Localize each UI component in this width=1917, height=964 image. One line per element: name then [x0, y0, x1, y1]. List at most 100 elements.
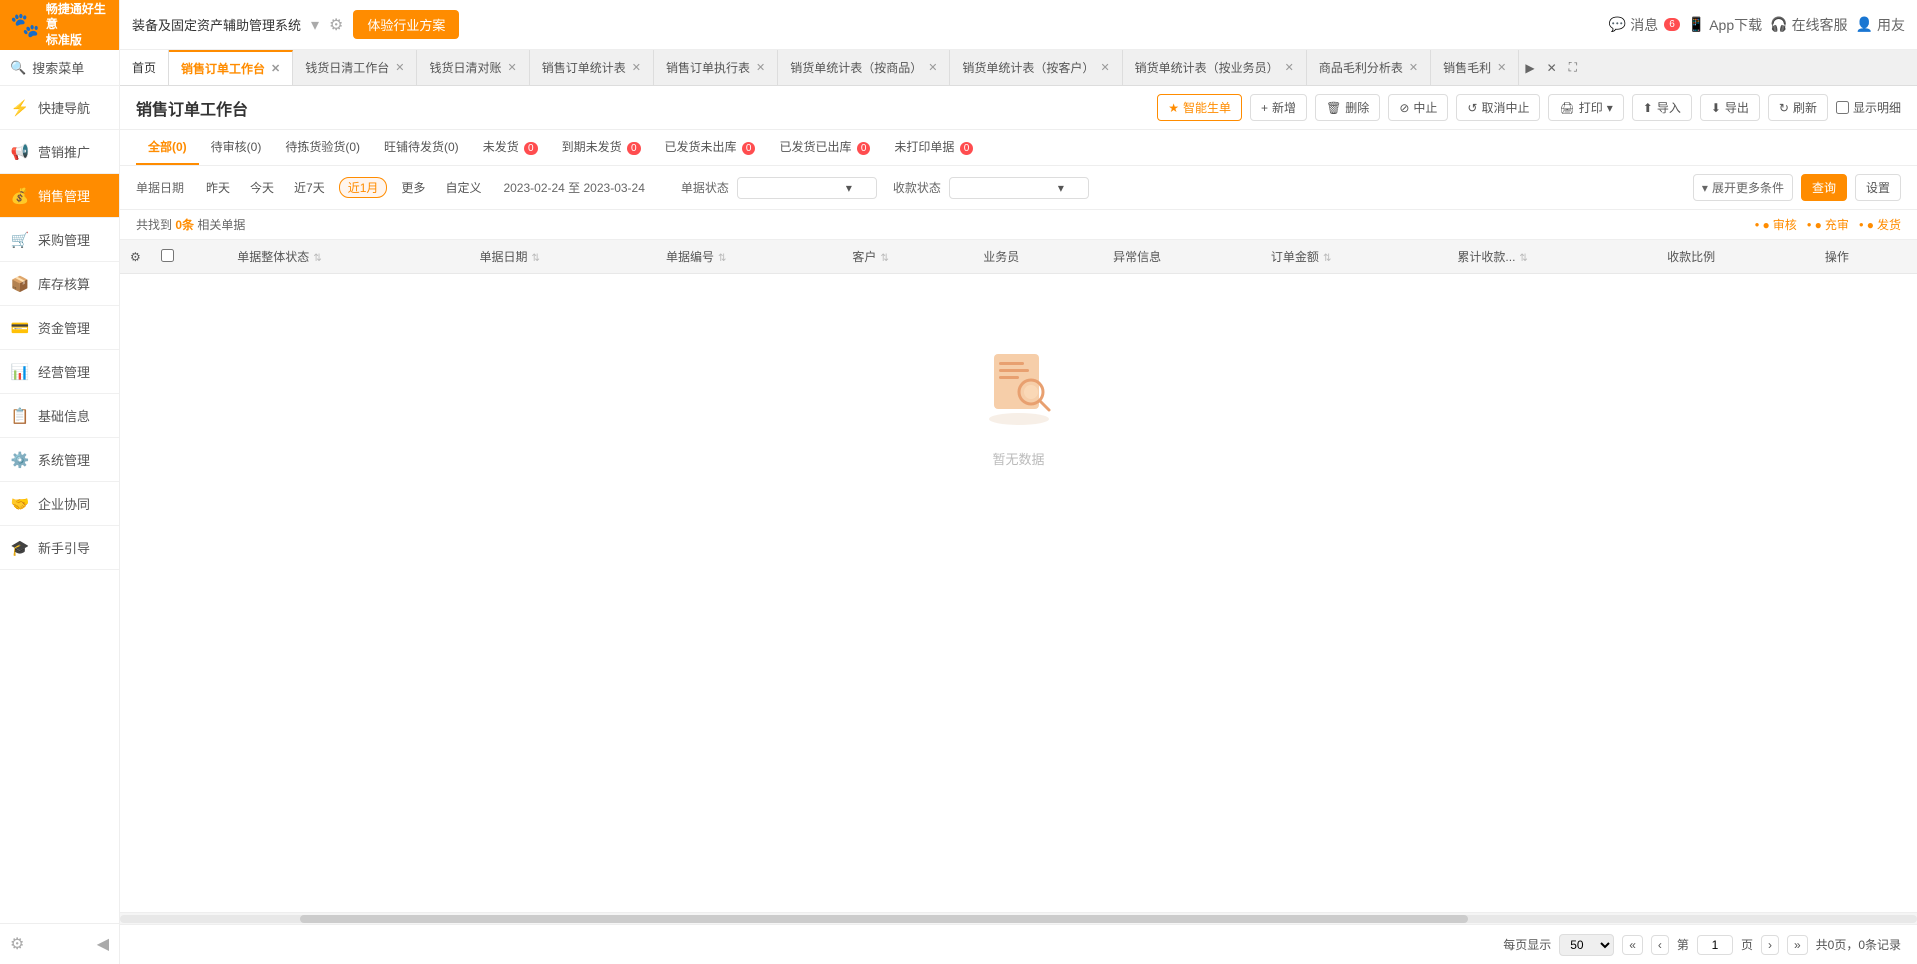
tab-sales-summary-product-close[interactable]: ✕	[928, 61, 937, 74]
page-input[interactable]	[1697, 935, 1733, 955]
th-customer[interactable]: 客户⇅	[842, 240, 973, 274]
th-exception-label: 异常信息	[1113, 250, 1161, 264]
tab-sales-exec-close[interactable]: ✕	[756, 61, 765, 74]
tab-sales-profit-close[interactable]: ✕	[1497, 61, 1506, 74]
tab-sales-summary-staff[interactable]: 销货单统计表（按业务员） ✕	[1123, 50, 1307, 86]
add-btn[interactable]: + 新增	[1250, 94, 1307, 121]
enterprise-icon: 🤝	[10, 495, 30, 513]
sub-tab-wangpu[interactable]: 旺铺待发货(0)	[372, 130, 471, 165]
sidebar-item-quick-nav[interactable]: ⚡ 快捷导航	[0, 86, 119, 130]
tab-more-btn[interactable]: ▶	[1519, 50, 1540, 86]
topbar-dropdown-icon[interactable]: ▾	[311, 15, 319, 35]
select-all-checkbox[interactable]	[161, 249, 174, 262]
sub-tab-shipped-not-warehoused[interactable]: 已发货未出库 0	[653, 130, 768, 165]
status-select-box[interactable]: ▾	[737, 177, 877, 199]
delete-btn[interactable]: 🗑 删除	[1315, 94, 1380, 121]
tab-sales-summary-customer-close[interactable]: ✕	[1100, 61, 1109, 74]
filter-settings-btn[interactable]: 设置	[1855, 174, 1901, 201]
smart-generate-btn[interactable]: ★ 智能生单	[1157, 94, 1242, 121]
th-date[interactable]: 单据日期⇅	[469, 240, 655, 274]
overdue-ship-badge: 0	[627, 142, 641, 155]
sub-tab-not-printed[interactable]: 未打印单据 0	[882, 130, 985, 165]
sidebar-item-inventory[interactable]: 📦 库存核算	[0, 262, 119, 306]
per-page-select[interactable]: 50 10 20 100	[1559, 934, 1614, 956]
sidebar-item-finance[interactable]: 💳 资金管理	[0, 306, 119, 350]
topbar-settings-icon[interactable]: ⚙	[329, 15, 343, 35]
tab-sales-exec[interactable]: 销售订单执行表 ✕	[654, 50, 778, 86]
solution-btn[interactable]: 体验行业方案	[353, 10, 459, 39]
tab-cash-daily[interactable]: 钱货日清工作台 ✕	[293, 50, 417, 86]
filter-yesterday[interactable]: 昨天	[200, 177, 236, 198]
print-btn[interactable]: 🖨 打印 ▾	[1548, 94, 1623, 121]
sidebar-item-marketing[interactable]: 📢 营销推广	[0, 130, 119, 174]
tab-sales-workbench-close[interactable]: ✕	[271, 62, 280, 75]
last-page-btn[interactable]: »	[1787, 935, 1808, 955]
sub-tab-shipped-warehoused[interactable]: 已发货已出库 0	[767, 130, 882, 165]
message-btn[interactable]: 💬 消息 6	[1609, 15, 1680, 35]
online-service-btn[interactable]: 🎧 在线客服	[1770, 15, 1847, 35]
tab-sales-stats-close[interactable]: ✕	[632, 61, 641, 74]
th-number[interactable]: 单据编号⇅	[656, 240, 842, 274]
tab-close-all-btn[interactable]: ✕	[1541, 50, 1563, 86]
first-page-btn[interactable]: «	[1622, 935, 1643, 955]
filter-today[interactable]: 今天	[244, 177, 280, 198]
sidebar-item-purchase[interactable]: 🛒 采购管理	[0, 218, 119, 262]
query-btn[interactable]: 查询	[1801, 174, 1847, 201]
tab-cash-reconcile-close[interactable]: ✕	[508, 61, 517, 74]
sidebar-search[interactable]: 🔍 搜索菜单	[0, 50, 119, 86]
revoke-action-btn[interactable]: ● 充审	[1807, 216, 1849, 233]
sidebar-item-basic-info[interactable]: 📋 基础信息	[0, 394, 119, 438]
tab-sales-summary-product[interactable]: 销货单统计表（按商品） ✕	[778, 50, 950, 86]
horizontal-scrollbar[interactable]	[120, 912, 1917, 924]
tab-cash-reconcile[interactable]: 钱货日清对账 ✕	[417, 50, 529, 86]
tab-sales-workbench[interactable]: 销售订单工作台 ✕	[169, 50, 293, 86]
sidebar-item-sales[interactable]: 💰 销售管理	[0, 174, 119, 218]
next-page-btn[interactable]: ›	[1761, 935, 1779, 955]
filter-more[interactable]: 更多	[395, 177, 431, 198]
collapse-icon[interactable]: ◀	[97, 934, 109, 954]
import-btn[interactable]: ⬆ 导入	[1632, 94, 1692, 121]
refresh-btn[interactable]: ↻ 刷新	[1768, 94, 1828, 121]
th-checkbox[interactable]	[151, 240, 228, 274]
show-detail-checkbox[interactable]: 显示明细	[1836, 99, 1901, 116]
prev-page-btn[interactable]: ‹	[1651, 935, 1669, 955]
sub-tab-all[interactable]: 全部(0)	[136, 130, 199, 165]
th-settings[interactable]: ⚙	[120, 240, 151, 274]
tab-cash-daily-close[interactable]: ✕	[395, 61, 404, 74]
payment-select-box[interactable]: ▾	[949, 177, 1089, 199]
ship-action-btn[interactable]: ● 发货	[1859, 216, 1901, 233]
settings-bottom-icon[interactable]: ⚙	[10, 934, 24, 954]
sub-tab-pending-inspect[interactable]: 待拣货验货(0)	[273, 130, 372, 165]
th-amount[interactable]: 订单金额⇅	[1261, 240, 1447, 274]
tab-fullscreen-btn[interactable]: ⛶	[1563, 50, 1583, 86]
sub-tab-overdue-ship[interactable]: 到期未发货 0	[550, 130, 653, 165]
user-btn[interactable]: 👤 用友	[1856, 15, 1905, 35]
filter-custom[interactable]: 自定义	[439, 177, 487, 198]
th-status[interactable]: 单据整体状态⇅	[227, 240, 469, 274]
sidebar-item-operations[interactable]: 📊 经营管理	[0, 350, 119, 394]
sidebar-item-enterprise[interactable]: 🤝 企业协同	[0, 482, 119, 526]
cancel-stop-btn[interactable]: ↺ 取消中止	[1456, 94, 1540, 121]
sidebar-item-system[interactable]: ⚙️ 系统管理	[0, 438, 119, 482]
th-received[interactable]: 累计收款...⇅	[1447, 240, 1657, 274]
per-page-label: 每页显示	[1503, 936, 1551, 953]
sub-tab-not-shipped[interactable]: 未发货 0	[471, 130, 550, 165]
filter-1month[interactable]: 近1月	[339, 177, 388, 198]
expand-more-btn[interactable]: ▾ 展开更多条件	[1693, 174, 1793, 201]
tab-profit-analysis[interactable]: 商品毛利分析表 ✕	[1307, 50, 1431, 86]
show-detail-input[interactable]	[1836, 101, 1849, 114]
tab-home[interactable]: 首页	[120, 50, 169, 86]
stop-btn[interactable]: ⊘ 中止	[1388, 94, 1448, 121]
scrollbar-thumb[interactable]	[300, 915, 1468, 923]
tab-sales-stats[interactable]: 销售订单统计表 ✕	[530, 50, 654, 86]
tab-sales-summary-customer[interactable]: 销货单统计表（按客户） ✕	[950, 50, 1122, 86]
export-btn[interactable]: ⬇ 导出	[1700, 94, 1760, 121]
sidebar-item-guide[interactable]: 🎓 新手引导	[0, 526, 119, 570]
tab-profit-analysis-close[interactable]: ✕	[1409, 61, 1418, 74]
app-download-btn[interactable]: 📱 App下载	[1688, 15, 1762, 35]
filter-7days[interactable]: 近7天	[288, 177, 331, 198]
tab-sales-profit[interactable]: 销售毛利 ✕	[1431, 50, 1519, 86]
tab-sales-summary-staff-close[interactable]: ✕	[1285, 61, 1294, 74]
sub-tab-pending-review[interactable]: 待审核(0)	[199, 130, 274, 165]
approve-action-btn[interactable]: ● 审核	[1755, 216, 1797, 233]
